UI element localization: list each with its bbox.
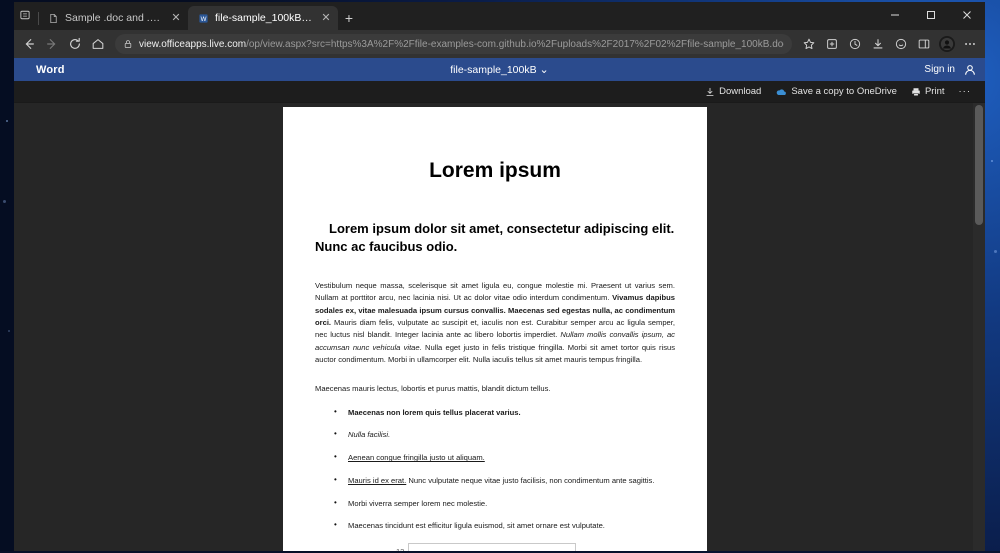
list-item: Aenean congue fringilla justo ut aliquam… bbox=[334, 451, 675, 464]
tab-title: file-sample_100kB.doc bbox=[215, 12, 314, 24]
profile-avatar-icon[interactable] bbox=[936, 33, 958, 55]
tab-search-icon[interactable] bbox=[16, 2, 34, 28]
list-item-lead: Mauris id ex erat. bbox=[348, 475, 407, 485]
document-heading-1: Lorem ipsum bbox=[429, 159, 561, 182]
document-title: file-sample_100kB ⌄ bbox=[14, 63, 985, 76]
url-text: view.officeapps.live.com/op/view.aspx?sr… bbox=[139, 39, 784, 50]
url-domain: view.officeapps.live.com bbox=[139, 38, 247, 50]
list-item: Mauris id ex erat. Nunc vulputate neque … bbox=[334, 474, 675, 487]
wallpaper-speck bbox=[6, 120, 8, 122]
document-paragraph-2: Maecenas mauris lectus, lobortis et puru… bbox=[315, 384, 551, 394]
document-scrollbar-thumb[interactable] bbox=[975, 105, 983, 225]
save-to-onedrive-label: Save a copy to OneDrive bbox=[791, 86, 897, 97]
url-path: /op/view.aspx?src=https%3A%2F%2Ffile-exa… bbox=[246, 38, 784, 50]
document-paragraph-1: Vestibulum neque massa, scelerisque sit … bbox=[315, 280, 675, 366]
list-item-text: Aenean congue fringilla justo ut aliquam… bbox=[348, 453, 485, 463]
word-doc-icon: W bbox=[197, 12, 209, 24]
list-item-text: Morbi viverra semper lorem nec molestie. bbox=[348, 498, 488, 508]
wallpaper-speck bbox=[8, 330, 10, 332]
document-table-region: 12 bbox=[315, 543, 675, 551]
back-arrow-icon[interactable] bbox=[18, 33, 40, 55]
download-label: Download bbox=[719, 86, 762, 97]
browser-tab-inactive[interactable]: Sample .doc and .docx downlo ✕ bbox=[38, 6, 188, 30]
address-bar[interactable]: view.officeapps.live.com/op/view.aspx?sr… bbox=[115, 34, 792, 54]
forward-arrow-icon[interactable] bbox=[41, 33, 63, 55]
favorite-star-icon[interactable] bbox=[798, 33, 820, 55]
avatar bbox=[939, 36, 955, 52]
close-icon[interactable]: ✕ bbox=[320, 12, 332, 24]
maximize-button[interactable] bbox=[913, 2, 949, 28]
home-icon[interactable] bbox=[87, 33, 109, 55]
wallpaper-speck bbox=[991, 160, 993, 162]
tab-title: Sample .doc and .docx downlo bbox=[65, 12, 164, 24]
browser-window: Sample .doc and .docx downlo ✕ W file-sa… bbox=[14, 2, 985, 551]
document-viewport[interactable]: Lorem ipsum Lorem ipsum dolor sit amet, … bbox=[14, 103, 985, 551]
download-icon bbox=[705, 87, 715, 97]
tab-strip: Sample .doc and .docx downlo ✕ W file-sa… bbox=[14, 2, 985, 30]
list-item: Maecenas tincidunt est efficitur ligula … bbox=[334, 519, 675, 532]
downloads-icon[interactable] bbox=[867, 33, 889, 55]
printer-icon bbox=[911, 87, 921, 97]
list-item: Maecenas non lorem quis tellus placerat … bbox=[334, 406, 675, 419]
wallpaper-speck bbox=[3, 200, 6, 203]
word-app-name: Word bbox=[36, 63, 65, 76]
print-label: Print bbox=[924, 86, 945, 97]
print-button[interactable]: Print bbox=[911, 86, 945, 97]
list-item-text: Maecenas tincidunt est efficitur ligula … bbox=[348, 521, 605, 531]
svg-text:W: W bbox=[200, 15, 206, 22]
lock-icon bbox=[123, 39, 133, 49]
word-bar-right: Sign in bbox=[924, 63, 977, 77]
account-avatar-icon[interactable] bbox=[963, 63, 977, 77]
document-bullet-list: Maecenas non lorem quis tellus placerat … bbox=[315, 406, 675, 533]
browser-toolbar: view.officeapps.live.com/op/view.aspx?sr… bbox=[14, 30, 985, 58]
save-to-onedrive-button[interactable]: Save a copy to OneDrive bbox=[775, 86, 897, 97]
table-cell-outline bbox=[408, 543, 577, 551]
collections-icon[interactable] bbox=[821, 33, 843, 55]
reload-icon[interactable] bbox=[64, 33, 86, 55]
table-row-label: 12 bbox=[396, 543, 404, 551]
list-item: Nulla facilisi. bbox=[334, 428, 675, 441]
window-controls bbox=[877, 2, 985, 28]
browser-tab-active[interactable]: W file-sample_100kB.doc ✕ bbox=[188, 6, 338, 30]
browser-essentials-icon[interactable] bbox=[890, 33, 912, 55]
more-options-button[interactable]: ··· bbox=[959, 86, 972, 97]
document-page: Lorem ipsum Lorem ipsum dolor sit amet, … bbox=[283, 107, 707, 551]
history-icon[interactable] bbox=[844, 33, 866, 55]
list-item-text: Nulla facilisi. bbox=[348, 430, 391, 440]
document-icon bbox=[47, 12, 59, 24]
settings-more-icon[interactable] bbox=[959, 33, 981, 55]
chevron-down-icon[interactable]: ⌄ bbox=[540, 64, 549, 76]
word-command-bar: Download Save a copy to OneDrive Print ·… bbox=[14, 81, 985, 103]
close-button[interactable] bbox=[949, 2, 985, 28]
word-app-bar: Word file-sample_100kB ⌄ Sign in bbox=[14, 58, 985, 81]
list-item: Morbi viverra semper lorem nec molestie. bbox=[334, 497, 675, 510]
sign-in-button[interactable]: Sign in bbox=[924, 64, 955, 75]
split-screen-icon[interactable] bbox=[913, 33, 935, 55]
minimize-button[interactable] bbox=[877, 2, 913, 28]
close-icon[interactable]: ✕ bbox=[170, 12, 182, 24]
list-item-text: Maecenas non lorem quis tellus placerat … bbox=[348, 407, 521, 417]
download-button[interactable]: Download bbox=[705, 86, 761, 97]
list-item-text: Nunc vulputate neque vitae justo facilis… bbox=[406, 475, 655, 485]
onedrive-icon bbox=[775, 87, 787, 97]
new-tab-button[interactable]: + bbox=[338, 7, 360, 29]
document-heading-2: Lorem ipsum dolor sit amet, consectetur … bbox=[315, 221, 675, 254]
document-title-text[interactable]: file-sample_100kB bbox=[450, 64, 536, 76]
web-page-content: Word file-sample_100kB ⌄ Sign in Downloa… bbox=[14, 58, 985, 551]
wallpaper-speck bbox=[994, 250, 997, 253]
